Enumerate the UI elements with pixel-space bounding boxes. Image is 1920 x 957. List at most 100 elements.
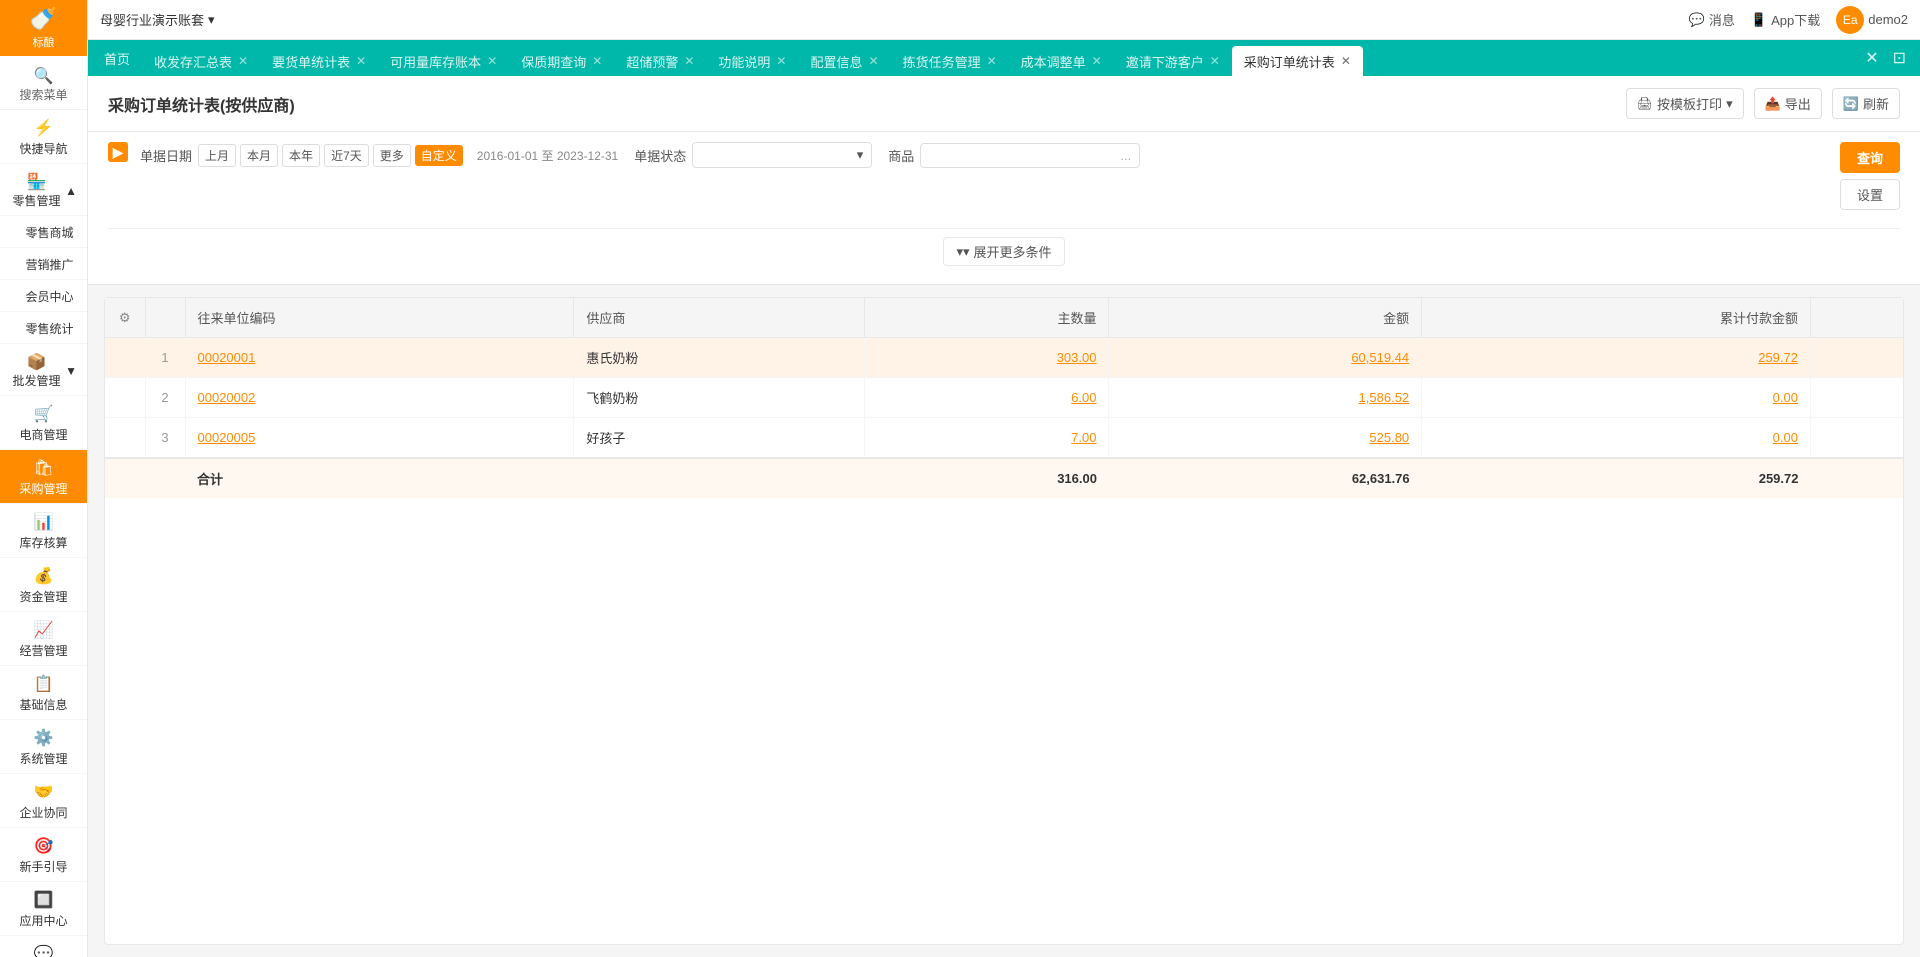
col-extra-header [1810, 298, 1903, 338]
sidebar-item-ecommerce[interactable]: 🛒 电商管理 [0, 396, 87, 450]
row-main-qty[interactable]: 7.00 [865, 418, 1109, 459]
date-shortcut-7days[interactable]: 近7天 [324, 144, 369, 167]
tab-goods-stats[interactable]: 要货单统计表 ✕ [260, 46, 378, 76]
avatar: Ea [1836, 6, 1864, 34]
tab-receive-send-close[interactable]: ✕ [238, 54, 248, 68]
sidebar-item-retail[interactable]: 🏪 零售管理 ▲ [0, 164, 87, 216]
sidebar-item-marketing[interactable]: 营销推广 [0, 248, 87, 280]
tab-invite-customer[interactable]: 邀请下游客户 ✕ [1114, 46, 1232, 76]
sidebar-item-basic[interactable]: 📋 基础信息 [0, 666, 87, 720]
tab-purchase-stats[interactable]: 采购订单统计表 ✕ [1232, 46, 1363, 76]
tab-home[interactable]: 首页 [92, 49, 142, 68]
tab-cost-adjust[interactable]: 成本调整单 ✕ [1009, 46, 1114, 76]
sidebar-member-label: 会员中心 [25, 288, 73, 305]
sidebar-item-retail-stats[interactable]: 零售统计 [0, 312, 87, 344]
row-amount[interactable]: 60,519.44 [1109, 338, 1422, 378]
row-unit-code[interactable]: 00020005 [185, 418, 574, 459]
tab-overstock[interactable]: 超储预警 ✕ [614, 46, 706, 76]
tab-goods-stats-close[interactable]: ✕ [356, 54, 366, 68]
template-print-button[interactable]: 🖨 按模板打印 ▾ [1626, 88, 1744, 119]
row-extra [1810, 418, 1903, 459]
row-amount[interactable]: 525.80 [1109, 418, 1422, 459]
sidebar-inventory-label: 库存核算 [19, 534, 67, 551]
user-profile[interactable]: Ea demo2 [1836, 6, 1908, 34]
tab-cost-adjust-close[interactable]: ✕ [1092, 54, 1102, 68]
sidebar-system-label: 系统管理 [19, 750, 67, 767]
sidebar-item-inventory[interactable]: 📊 库存核算 [0, 504, 87, 558]
app-download-btn[interactable]: 📱 App下载 [1751, 10, 1820, 29]
search-button[interactable]: 查询 [1840, 142, 1900, 173]
tab-available-inventory[interactable]: 可用量库存账本 ✕ [378, 46, 509, 76]
export-button[interactable]: 📤 导出 [1754, 88, 1822, 119]
wechat-icon: 💬 [34, 944, 54, 957]
sidebar-item-member[interactable]: 会员中心 [0, 280, 87, 312]
top-bar: 母婴行业演示账套 ▾ 💬 消息 📱 App下载 Ea demo2 [88, 0, 1920, 40]
tab-invite-customer-close[interactable]: ✕ [1210, 54, 1220, 68]
sidebar-item-purchase[interactable]: 🛍 采购管理 [0, 450, 87, 504]
tab-purchase-stats-close[interactable]: ✕ [1341, 54, 1351, 68]
settings-button[interactable]: 设置 [1840, 179, 1900, 210]
date-shortcut-this-month[interactable]: 本月 [240, 144, 278, 167]
tab-expiry-query[interactable]: 保质期查询 ✕ [509, 46, 614, 76]
account-dropdown[interactable]: 母婴行业演示账套 ▾ [100, 10, 215, 29]
operations-icon: 📈 [34, 620, 54, 640]
row-extra [1810, 378, 1903, 418]
ecommerce-icon: 🛒 [34, 404, 54, 424]
sidebar-item-wechat[interactable]: 💬 企业微信 [0, 936, 87, 957]
expand-more-label: 展开更多条件 [974, 242, 1052, 261]
row-main-qty[interactable]: 303.00 [865, 338, 1109, 378]
sidebar-item-operations[interactable]: 📈 经营管理 [0, 612, 87, 666]
table-settings-icon[interactable]: ⚙ [119, 310, 131, 325]
tab-function-desc[interactable]: 功能说明 ✕ [706, 46, 798, 76]
sidebar-item-search[interactable]: 🔍 搜索菜单 [0, 56, 87, 110]
row-paid-amount[interactable]: 0.00 [1422, 378, 1811, 418]
tab-config-info-close[interactable]: ✕ [869, 54, 879, 68]
tab-overstock-close[interactable]: ✕ [684, 54, 694, 68]
app-logo[interactable]: 🍼 标酿 [0, 0, 87, 56]
tab-picking-task-close[interactable]: ✕ [987, 54, 997, 68]
sidebar-item-system[interactable]: ⚙️ 系统管理 [0, 720, 87, 774]
sidebar-item-retail-store[interactable]: 零售商城 [0, 216, 87, 248]
page-title: 采购订单统计表(按供应商) [108, 92, 295, 116]
sidebar-item-enterprise[interactable]: 🤝 企业协同 [0, 774, 87, 828]
sidebar-item-finance[interactable]: 💰 资金管理 [0, 558, 87, 612]
row-amount[interactable]: 1,586.52 [1109, 378, 1422, 418]
tab-bar-fullscreen-btn[interactable]: ⊡ [1887, 46, 1912, 70]
date-shortcut-more[interactable]: 更多 [373, 144, 411, 167]
date-custom-label[interactable]: 自定义 [415, 145, 463, 166]
tab-function-desc-label: 功能说明 [718, 52, 770, 71]
sidebar-item-appstore[interactable]: 🔲 应用中心 [0, 882, 87, 936]
date-shortcut-last-month[interactable]: 上月 [198, 144, 236, 167]
page-header: 采购订单统计表(按供应商) 🖨 按模板打印 ▾ 📤 导出 🔄 刷新 [88, 76, 1920, 132]
row-unit-code[interactable]: 00020002 [185, 378, 574, 418]
row-paid-amount[interactable]: 259.72 [1422, 338, 1811, 378]
date-shortcut-this-year[interactable]: 本年 [282, 144, 320, 167]
retail-arrow-icon: ▲ [65, 184, 77, 198]
filter-toggle-button[interactable]: ▶ [108, 142, 128, 162]
row-paid-amount[interactable]: 0.00 [1422, 418, 1811, 459]
tab-available-inventory-close[interactable]: ✕ [487, 54, 497, 68]
sidebar-item-shortcut[interactable]: ⚡ 快捷导航 [0, 110, 87, 164]
tab-function-desc-close[interactable]: ✕ [776, 54, 786, 68]
tab-picking-task[interactable]: 拣货任务管理 ✕ [891, 46, 1009, 76]
tab-bar-close-btn[interactable]: ✕ [1859, 46, 1884, 70]
account-dropdown-icon: ▾ [208, 12, 215, 28]
sidebar-finance-label: 资金管理 [19, 588, 67, 605]
refresh-button[interactable]: 🔄 刷新 [1832, 88, 1900, 119]
tab-config-info[interactable]: 配置信息 ✕ [798, 46, 890, 76]
sidebar-item-wholesale[interactable]: 📦 批发管理 ▼ [0, 344, 87, 396]
col-settings-header: ⚙ [105, 298, 145, 338]
tab-receive-send[interactable]: 收发存汇总表 ✕ [142, 46, 260, 76]
sidebar-item-guide[interactable]: 🎯 新手引导 [0, 828, 87, 882]
message-btn[interactable]: 💬 消息 [1689, 10, 1735, 29]
expand-more-button[interactable]: ▾▾ 展开更多条件 [943, 237, 1064, 266]
col-main-qty-header: 主数量 [865, 298, 1109, 338]
basic-icon: 📋 [34, 674, 54, 694]
table-footer-row: 合计 316.00 62,631.76 259.72 [105, 458, 1903, 498]
row-main-qty[interactable]: 6.00 [865, 378, 1109, 418]
tab-cost-adjust-label: 成本调整单 [1021, 52, 1086, 71]
tab-expiry-query-close[interactable]: ✕ [592, 54, 602, 68]
status-select[interactable]: ▾ [692, 142, 872, 168]
row-unit-code[interactable]: 00020001 [185, 338, 574, 378]
goods-input[interactable]: ... [920, 143, 1140, 168]
